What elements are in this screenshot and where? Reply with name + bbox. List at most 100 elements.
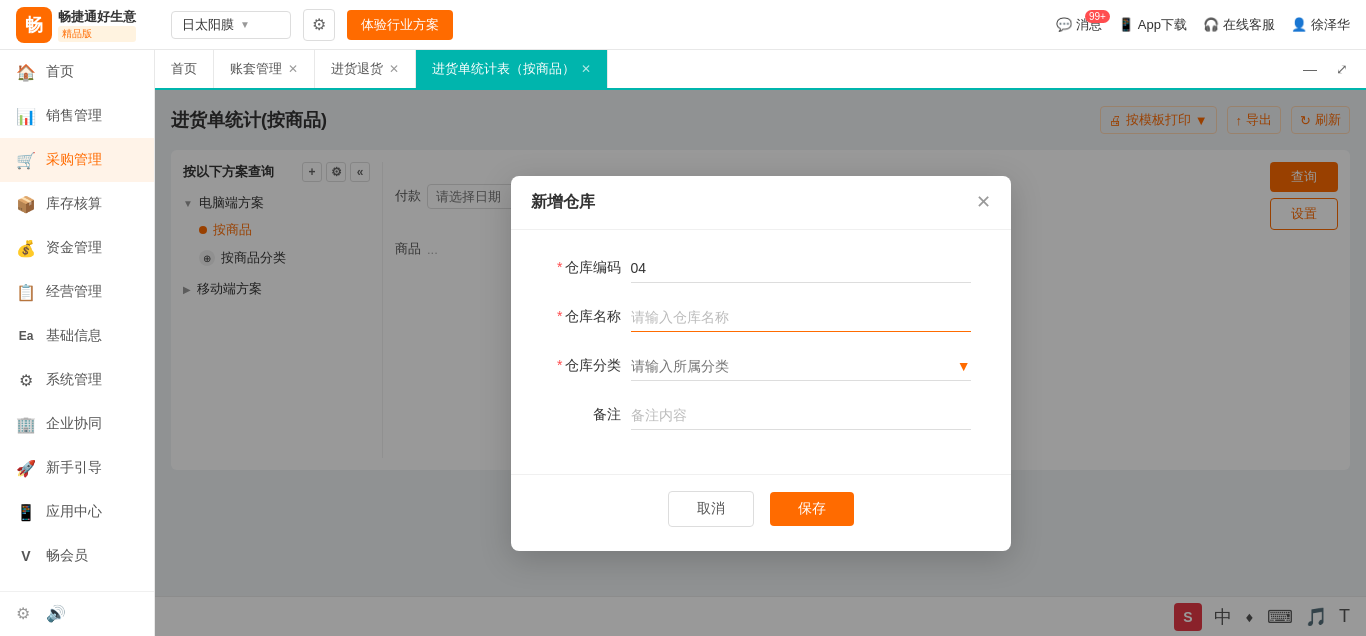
sidebar-item-purchase[interactable]: 🛒 采购管理: [0, 138, 154, 182]
mobile-icon: 📱: [1118, 17, 1134, 32]
sidebar-item-operations[interactable]: 📋 经营管理: [0, 270, 154, 314]
modal-close-button[interactable]: ✕: [976, 193, 991, 211]
top-right: 💬 消息 99+ 📱 App下载 🎧 在线客服 👤 徐泽华: [1056, 16, 1350, 34]
message-icon: 💬: [1056, 17, 1072, 32]
sidebar-bottom: ⚙ 🔊: [0, 591, 154, 636]
sidebar: 🏠 首页 📊 销售管理 🛒 采购管理 📦 库存核算 💰 资金管理 📋 经营管理 …: [0, 50, 155, 636]
sidebar-item-member[interactable]: V 畅会员: [0, 534, 154, 578]
tab-expand-btn[interactable]: ⤢: [1330, 57, 1354, 81]
online-service-button[interactable]: 🎧 在线客服: [1203, 16, 1275, 34]
form-row-note: 备注: [551, 401, 971, 430]
note-label: 备注: [551, 406, 631, 424]
sidebar-speaker-icon[interactable]: 🔊: [46, 604, 66, 624]
save-button[interactable]: 保存: [770, 492, 854, 526]
form-row-code: *仓库编码: [551, 254, 971, 283]
sidebar-item-apps[interactable]: 📱 应用中心: [0, 490, 154, 534]
sidebar-label-member: 畅会员: [46, 547, 88, 565]
top-bar: 畅 畅捷通好生意 精品版 日太阳膜 ▼ ⚙ 体验行业方案 💬 消息 99+ 📱 …: [0, 0, 1366, 50]
cancel-button[interactable]: 取消: [668, 491, 754, 527]
tab-purchase-stats[interactable]: 进货单统计表（按商品） ✕: [416, 50, 608, 89]
sidebar-label-inventory: 库存核算: [46, 195, 102, 213]
system-icon: ⚙: [16, 370, 36, 390]
purchase-icon: 🛒: [16, 150, 36, 170]
sidebar-label-operations: 经营管理: [46, 283, 102, 301]
user-icon: 👤: [1291, 17, 1307, 32]
enterprise-icon: 🏢: [16, 414, 36, 434]
name-label: *仓库名称: [551, 308, 631, 326]
notification-badge: 99+: [1085, 10, 1110, 23]
tab-purchase-return[interactable]: 进货退货 ✕: [315, 50, 416, 89]
sidebar-item-finance[interactable]: 💰 资金管理: [0, 226, 154, 270]
warehouse-note-input[interactable]: [631, 401, 971, 430]
sidebar-label-purchase: 采购管理: [46, 151, 102, 169]
sidebar-label-home: 首页: [46, 63, 74, 81]
form-row-name: *仓库名称: [551, 303, 971, 332]
tab-minimize-btn[interactable]: —: [1298, 57, 1322, 81]
sidebar-item-home[interactable]: 🏠 首页: [0, 50, 154, 94]
logo-icon: 畅: [16, 7, 52, 43]
sidebar-label-system: 系统管理: [46, 371, 102, 389]
sidebar-item-inventory[interactable]: 📦 库存核算: [0, 182, 154, 226]
sidebar-item-enterprise[interactable]: 🏢 企业协同: [0, 402, 154, 446]
finance-icon: 💰: [16, 238, 36, 258]
sidebar-item-basic-info[interactable]: Ea 基础信息: [0, 314, 154, 358]
modal-title: 新增仓库: [531, 192, 595, 213]
sidebar-label-basic-info: 基础信息: [46, 327, 102, 345]
logo-area: 畅 畅捷通好生意 精品版: [16, 7, 171, 43]
sidebar-label-apps: 应用中心: [46, 503, 102, 521]
add-warehouse-modal: 新增仓库 ✕ *仓库编码: [511, 176, 1011, 551]
app-download-button[interactable]: 📱 App下载: [1118, 16, 1187, 34]
settings-icon[interactable]: ⚙: [303, 9, 335, 41]
logo-badge: 精品版: [58, 26, 136, 42]
code-label: *仓库编码: [551, 259, 631, 277]
warehouse-name-input[interactable]: [631, 303, 971, 332]
store-selector[interactable]: 日太阳膜 ▼: [171, 11, 291, 39]
headset-icon: 🎧: [1203, 17, 1219, 32]
category-input[interactable]: [631, 358, 957, 374]
tab-home[interactable]: 首页: [155, 50, 214, 89]
user-menu[interactable]: 👤 徐泽华: [1291, 16, 1350, 34]
trial-button[interactable]: 体验行业方案: [347, 10, 453, 40]
sidebar-label-enterprise: 企业协同: [46, 415, 102, 433]
category-select-wrap[interactable]: ▼: [631, 352, 971, 381]
category-label: *仓库分类: [551, 357, 631, 375]
inventory-icon: 📦: [16, 194, 36, 214]
sidebar-label-finance: 资金管理: [46, 239, 102, 257]
sidebar-label-sales: 销售管理: [46, 107, 102, 125]
member-icon: V: [16, 546, 36, 566]
content-area: 首页 账套管理 ✕ 进货退货 ✕ 进货单统计表（按商品） ✕ — ⤢: [155, 50, 1366, 636]
tab-return-label: 进货退货: [331, 60, 383, 78]
sales-icon: 📊: [16, 106, 36, 126]
tab-actions: — ⤢: [1286, 57, 1366, 81]
sidebar-item-guide[interactable]: 🚀 新手引导: [0, 446, 154, 490]
modal-overlay[interactable]: 新增仓库 ✕ *仓库编码: [155, 90, 1366, 636]
main-layout: 🏠 首页 📊 销售管理 🛒 采购管理 📦 库存核算 💰 资金管理 📋 经营管理 …: [0, 50, 1366, 636]
tab-home-label: 首页: [171, 60, 197, 78]
tab-accounts-close[interactable]: ✕: [288, 62, 298, 76]
top-center: 日太阳膜 ▼ ⚙ 体验行业方案: [171, 9, 1056, 41]
basic-info-icon: Ea: [16, 326, 36, 346]
notifications-button[interactable]: 💬 消息 99+: [1056, 16, 1102, 34]
sidebar-item-system[interactable]: ⚙ 系统管理: [0, 358, 154, 402]
guide-icon: 🚀: [16, 458, 36, 478]
store-dropdown-icon: ▼: [240, 19, 250, 30]
operations-icon: 📋: [16, 282, 36, 302]
tab-bar: 首页 账套管理 ✕ 进货退货 ✕ 进货单统计表（按商品） ✕ — ⤢: [155, 50, 1366, 90]
page-content: 进货单统计(按商品) 🖨 按模板打印 ▼ ↑ 导出 ↻ 刷新: [155, 90, 1366, 636]
sidebar-item-sales[interactable]: 📊 销售管理: [0, 94, 154, 138]
warehouse-code-input[interactable]: [631, 254, 971, 283]
apps-icon: 📱: [16, 502, 36, 522]
logo-text: 畅捷通好生意: [58, 8, 136, 26]
modal-body: *仓库编码 *仓库名称: [511, 230, 1011, 474]
modal-header: 新增仓库 ✕: [511, 176, 1011, 230]
home-icon: 🏠: [16, 62, 36, 82]
tab-accounts-label: 账套管理: [230, 60, 282, 78]
sidebar-label-guide: 新手引导: [46, 459, 102, 477]
tab-accounts[interactable]: 账套管理 ✕: [214, 50, 315, 89]
category-dropdown-icon: ▼: [957, 358, 971, 374]
modal-footer: 取消 保存: [511, 474, 1011, 551]
tab-return-close[interactable]: ✕: [389, 62, 399, 76]
tab-stats-label: 进货单统计表（按商品）: [432, 60, 575, 78]
sidebar-collapse-icon[interactable]: ⚙: [16, 604, 36, 624]
tab-stats-close[interactable]: ✕: [581, 62, 591, 76]
